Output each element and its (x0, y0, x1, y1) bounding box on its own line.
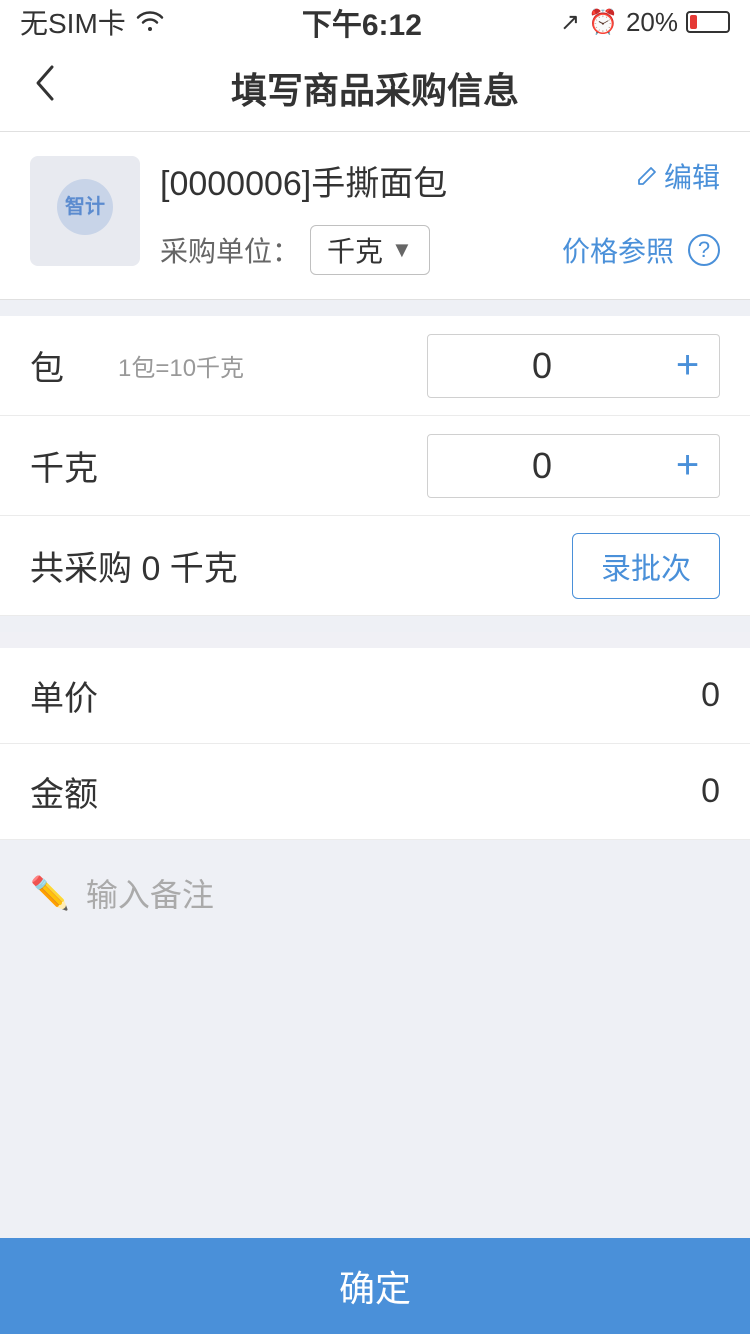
battery-icon (686, 11, 730, 33)
bao-sublabel: 1包=10千克 (118, 348, 244, 383)
status-left: 无SIM卡 (20, 2, 164, 42)
amount-label: 金额 (30, 767, 98, 816)
confirm-button[interactable]: 确定 (0, 1238, 750, 1334)
kg-input[interactable] (427, 434, 657, 498)
edit-label: 编辑 (664, 156, 720, 196)
product-info: [0000006]手撕面包 编辑 采购单位： 千克 ▼ 价格 (160, 156, 720, 275)
unit-value: 千克 (327, 230, 383, 270)
remark-section: ✏️ 输入备注 (0, 840, 750, 946)
back-button[interactable] (30, 61, 58, 115)
wifi-icon (136, 6, 164, 38)
price-section: 单价 0 金额 0 (0, 648, 750, 840)
alarm-icon: ⏰ (588, 8, 618, 37)
battery-pct: 20% (626, 7, 678, 38)
amount-row: 金额 0 (0, 744, 750, 840)
product-image: 智计 (30, 156, 140, 266)
help-icon: ? (688, 234, 720, 266)
bao-plus-button[interactable]: + (656, 334, 720, 398)
page-title: 填写商品采购信息 (231, 62, 519, 114)
bao-input-right: + (427, 334, 720, 398)
content-area: 智计 [0000006]手撕面包 编辑 采购单位： 千克 (0, 132, 750, 1246)
unit-price-label: 单价 (30, 671, 98, 720)
bao-input[interactable] (427, 334, 657, 398)
status-right: ↗ ⏰ 20% (560, 7, 730, 38)
summary-text: 共采购 0 千克 (30, 541, 238, 590)
batch-button[interactable]: 录批次 (572, 533, 720, 599)
input-section: 包 1包=10千克 + 千克 + 共采购 0 千克 录批次 (0, 316, 750, 616)
product-name: [0000006]手撕面包 (160, 156, 447, 205)
status-bar: 无SIM卡 下午6:12 ↗ ⏰ 20% (0, 0, 750, 44)
product-header: [0000006]手撕面包 编辑 (160, 156, 720, 205)
bao-label: 包 (30, 341, 110, 390)
price-ref-button[interactable]: 价格参照 ? (562, 230, 720, 270)
price-ref-label: 价格参照 (562, 230, 674, 270)
location-icon: ↗ (560, 8, 580, 37)
summary-row: 共采购 0 千克 录批次 (0, 516, 750, 616)
edit-button[interactable]: 编辑 (636, 156, 720, 196)
pencil-icon: ✏️ (30, 874, 70, 912)
kg-input-row: 千克 + (0, 416, 750, 516)
unit-price-value: 0 (701, 676, 720, 715)
unit-price-row: 单价 0 (0, 648, 750, 744)
carrier-label: 无SIM卡 (20, 2, 126, 42)
unit-row: 采购单位： 千克 ▼ 价格参照 ? (160, 225, 720, 275)
status-time: 下午6:12 (302, 0, 422, 44)
amount-value: 0 (701, 772, 720, 811)
section-divider-2 (0, 616, 750, 632)
kg-plus-button[interactable]: + (656, 434, 720, 498)
product-logo: 智计 (50, 177, 120, 246)
svg-text:智计: 智计 (65, 194, 105, 218)
remark-input-area[interactable]: ✏️ 输入备注 (30, 870, 720, 916)
kg-input-right: + (427, 434, 720, 498)
section-divider-1 (0, 300, 750, 316)
empty-space (0, 946, 750, 1246)
remark-placeholder: 输入备注 (86, 870, 214, 916)
unit-label: 采购单位： (160, 230, 300, 270)
dropdown-arrow-icon: ▼ (391, 237, 413, 263)
kg-label: 千克 (30, 441, 110, 490)
bao-input-row: 包 1包=10千克 + (0, 316, 750, 416)
unit-select[interactable]: 千克 ▼ (310, 225, 430, 275)
product-card: 智计 [0000006]手撕面包 编辑 采购单位： 千克 (0, 132, 750, 300)
nav-bar: 填写商品采购信息 (0, 44, 750, 132)
